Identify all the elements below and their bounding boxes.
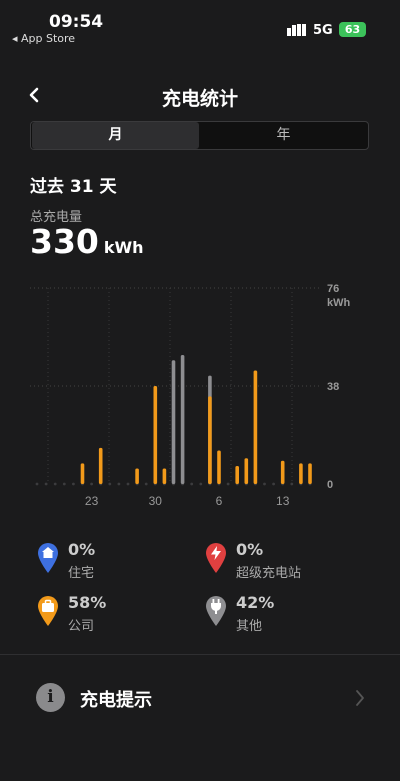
legend-home: 0% 住宅 — [36, 540, 196, 581]
info-icon: i — [36, 683, 65, 712]
battery-icon: 63 — [339, 22, 366, 37]
baseline-dot — [44, 482, 48, 486]
chart-bar — [308, 463, 312, 484]
baseline-dot — [144, 482, 148, 486]
x-tick-label: 30 — [149, 494, 163, 508]
period-label: 过去 31 天 — [30, 177, 117, 197]
baseline-dot — [190, 482, 194, 486]
total-charge-unit: kWh — [103, 238, 144, 257]
legend-supercharger-percent: 0% — [236, 540, 264, 559]
battery-level: 63 — [344, 23, 361, 36]
baseline-dot — [226, 482, 230, 486]
legend-work: 58% 公司 — [36, 593, 196, 634]
legend-work-label: 公司 — [68, 619, 95, 634]
cellular-signal-icon — [287, 24, 306, 36]
chart-bar — [80, 463, 85, 484]
legend-supercharger-label: 超级充电站 — [236, 566, 302, 581]
chart-bar — [153, 386, 158, 484]
chart-bar — [217, 450, 221, 484]
chart-bar — [98, 447, 103, 484]
legend-home-percent: 0% — [68, 540, 96, 559]
legend-other-percent: 42% — [236, 593, 275, 612]
chart-bar — [235, 465, 239, 484]
chart-bar — [299, 463, 303, 484]
total-charge-number: 330 — [30, 222, 99, 261]
legend-other-label: 其他 — [236, 619, 263, 634]
baseline-dot — [108, 482, 112, 486]
y-tick-label: 0 — [327, 479, 333, 491]
total-charge-value: 330 kWh — [30, 222, 144, 261]
tab-year[interactable]: 年 — [200, 122, 367, 149]
y-tick-label: 76 — [327, 283, 339, 295]
status-time: 09:54 — [49, 12, 104, 32]
baseline-dot — [290, 482, 294, 486]
tab-month[interactable]: 月 — [32, 122, 199, 149]
period-segmented-control: 月 年 — [30, 121, 369, 150]
chart-bar — [280, 460, 285, 484]
baseline-dot — [53, 482, 57, 486]
page-title: 充电统计 — [161, 88, 238, 110]
back-to-app-store-link[interactable]: ◂ App Store — [12, 32, 75, 45]
charging-bar-chart: 76 38 0 kWh 23 30 6 13 — [30, 283, 351, 508]
y-tick-label: 38 — [327, 381, 339, 393]
baseline-dot — [199, 482, 203, 486]
chart-bar — [244, 458, 249, 484]
chart-bar — [135, 468, 139, 484]
baseline-dot — [90, 482, 93, 486]
legend-home-label: 住宅 — [68, 566, 95, 581]
chart-bar — [208, 396, 212, 484]
home-pin-icon — [38, 543, 58, 573]
section-divider — [0, 654, 400, 655]
charging-tips-row[interactable]: i 充电提示 — [0, 672, 400, 724]
chart-bar — [162, 468, 167, 484]
baseline-dot — [272, 482, 275, 486]
x-tick-label: 23 — [85, 494, 99, 508]
baseline-dot — [62, 482, 66, 486]
baseline-dot — [126, 482, 130, 486]
legend-other: 42% 其他 — [204, 593, 364, 634]
baseline-dot — [117, 482, 121, 486]
chart-bar — [171, 360, 176, 484]
legend-work-percent: 58% — [68, 593, 107, 612]
y-axis-unit: kWh — [327, 297, 351, 309]
chevron-right-icon — [356, 690, 364, 706]
x-tick-label: 13 — [276, 494, 290, 508]
baseline-dot — [72, 482, 75, 486]
chart-bar — [253, 370, 258, 484]
baseline-dot — [35, 482, 39, 486]
work-pin-icon — [38, 596, 58, 626]
charging-tips-label: 充电提示 — [80, 690, 152, 711]
x-tick-label: 6 — [216, 494, 223, 508]
chart-bar — [180, 355, 185, 484]
plug-pin-icon — [206, 596, 226, 626]
network-type: 5G — [313, 23, 333, 38]
legend-supercharger: 0% 超级充电站 — [204, 540, 364, 581]
supercharger-pin-icon — [206, 543, 226, 573]
baseline-dot — [263, 482, 266, 486]
